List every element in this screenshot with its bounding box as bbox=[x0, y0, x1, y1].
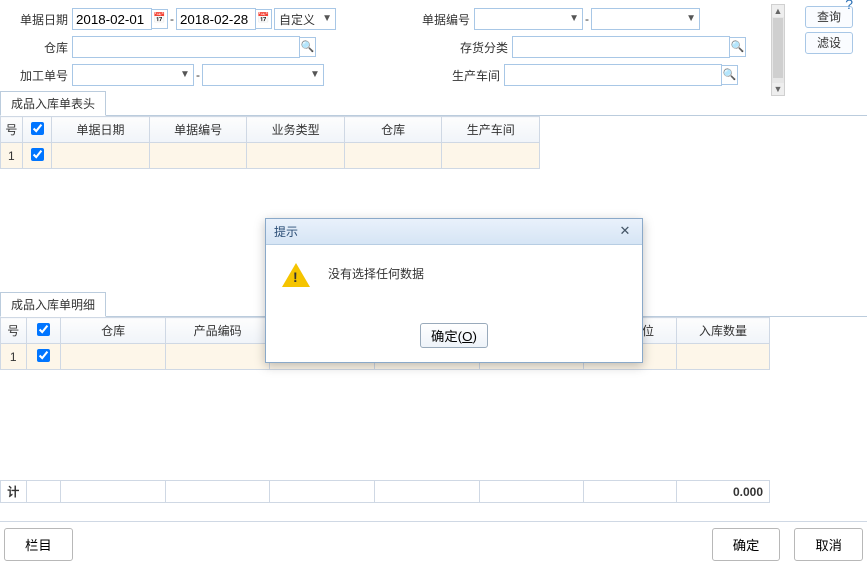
totals-label: 计 bbox=[1, 481, 27, 503]
col-qty: 入库数量 bbox=[676, 318, 769, 344]
chevron-down-icon[interactable]: ▼ bbox=[177, 65, 193, 85]
search-icon[interactable]: 🔍 bbox=[300, 37, 316, 57]
warehouse-input[interactable] bbox=[72, 36, 300, 58]
col-date: 单据日期 bbox=[52, 117, 150, 143]
date-from-input[interactable] bbox=[72, 8, 152, 30]
dash: - bbox=[583, 12, 591, 26]
ok-button[interactable]: 确定 bbox=[712, 528, 781, 561]
processno-to-combo[interactable]: ▼ bbox=[202, 64, 324, 86]
header-grid: 号 单据日期 单据编号 业务类型 仓库 生产车间 1 bbox=[0, 116, 540, 169]
totals-row: 计 0.000 bbox=[0, 480, 770, 503]
col-ws: 生产车间 bbox=[442, 117, 540, 143]
col-check bbox=[26, 318, 61, 344]
scroll-thumb[interactable] bbox=[773, 18, 783, 78]
cancel-button[interactable]: 取消 bbox=[794, 528, 863, 561]
docno-to-combo[interactable]: ▼ bbox=[591, 8, 700, 30]
header-check-all[interactable] bbox=[31, 122, 44, 135]
col-check bbox=[22, 117, 52, 143]
help-icon[interactable]: ? bbox=[845, 0, 853, 12]
cell-index: 1 bbox=[1, 344, 27, 370]
scroll-up-icon[interactable]: ▲ bbox=[772, 5, 784, 17]
label-workshop: 生产车间 bbox=[432, 67, 504, 84]
workshop-input[interactable] bbox=[504, 64, 722, 86]
tab-detail[interactable]: 成品入库单明细 bbox=[0, 292, 106, 317]
ok-suffix: ) bbox=[473, 329, 477, 344]
close-icon[interactable]: ✕ bbox=[616, 223, 634, 241]
date-preset-combo[interactable]: 自定义 ▼ bbox=[274, 8, 336, 30]
stockcat-input[interactable] bbox=[512, 36, 730, 58]
dialog-title: 提示 bbox=[274, 219, 616, 245]
cell-index: 1 bbox=[1, 143, 23, 169]
date-to-input[interactable] bbox=[176, 8, 256, 30]
chevron-down-icon[interactable]: ▼ bbox=[307, 65, 323, 85]
warning-icon bbox=[282, 263, 310, 291]
label-docno: 单据编号 bbox=[402, 11, 474, 28]
scroll-down-icon[interactable]: ▼ bbox=[772, 83, 784, 95]
col-biztype: 业务类型 bbox=[247, 117, 345, 143]
col-wh: 仓库 bbox=[61, 318, 166, 344]
col-index: 号 bbox=[1, 318, 27, 344]
detail-check-all[interactable] bbox=[37, 323, 50, 336]
dialog-ok-button[interactable]: 确定(O) bbox=[420, 323, 488, 348]
row-checkbox[interactable] bbox=[31, 148, 44, 161]
search-icon[interactable]: 🔍 bbox=[722, 65, 738, 85]
search-icon[interactable]: 🔍 bbox=[730, 37, 746, 57]
col-prodcode: 产品编码 bbox=[165, 318, 270, 344]
calendar-icon[interactable]: 📅 bbox=[256, 9, 272, 29]
dash: - bbox=[194, 68, 202, 82]
tab-header[interactable]: 成品入库单表头 bbox=[0, 91, 106, 116]
row-checkbox[interactable] bbox=[37, 349, 50, 362]
chevron-down-icon[interactable]: ▼ bbox=[566, 9, 582, 29]
docno-from-combo[interactable]: ▼ bbox=[474, 8, 583, 30]
chevron-down-icon[interactable]: ▼ bbox=[683, 9, 699, 29]
alert-dialog: 提示 ✕ 没有选择任何数据 确定(O) bbox=[265, 218, 643, 363]
col-wh: 仓库 bbox=[344, 117, 442, 143]
processno-from-combo[interactable]: ▼ bbox=[72, 64, 194, 86]
label-stockcat: 存货分类 bbox=[440, 39, 512, 56]
label-processno: 加工单号 bbox=[0, 67, 72, 84]
calendar-icon[interactable]: 📅 bbox=[152, 9, 168, 29]
ok-prefix: 确定( bbox=[431, 329, 462, 344]
label-warehouse: 仓库 bbox=[0, 39, 72, 56]
dialog-message: 没有选择任何数据 bbox=[328, 263, 424, 282]
dash: - bbox=[168, 12, 176, 26]
label-date: 单据日期 bbox=[0, 11, 72, 28]
table-row[interactable]: 1 bbox=[1, 143, 540, 169]
filter-scrollbar[interactable]: ▲ ▼ bbox=[771, 4, 785, 96]
ok-hotkey: O bbox=[462, 329, 472, 344]
totals-qty: 0.000 bbox=[676, 481, 769, 503]
col-no: 单据编号 bbox=[149, 117, 247, 143]
columns-button[interactable]: 栏目 bbox=[4, 528, 73, 561]
col-index: 号 bbox=[1, 117, 23, 143]
date-preset-value: 自定义 bbox=[275, 11, 319, 28]
filter-settings-button[interactable]: 滤设 bbox=[805, 32, 853, 54]
chevron-down-icon[interactable]: ▼ bbox=[319, 9, 335, 29]
